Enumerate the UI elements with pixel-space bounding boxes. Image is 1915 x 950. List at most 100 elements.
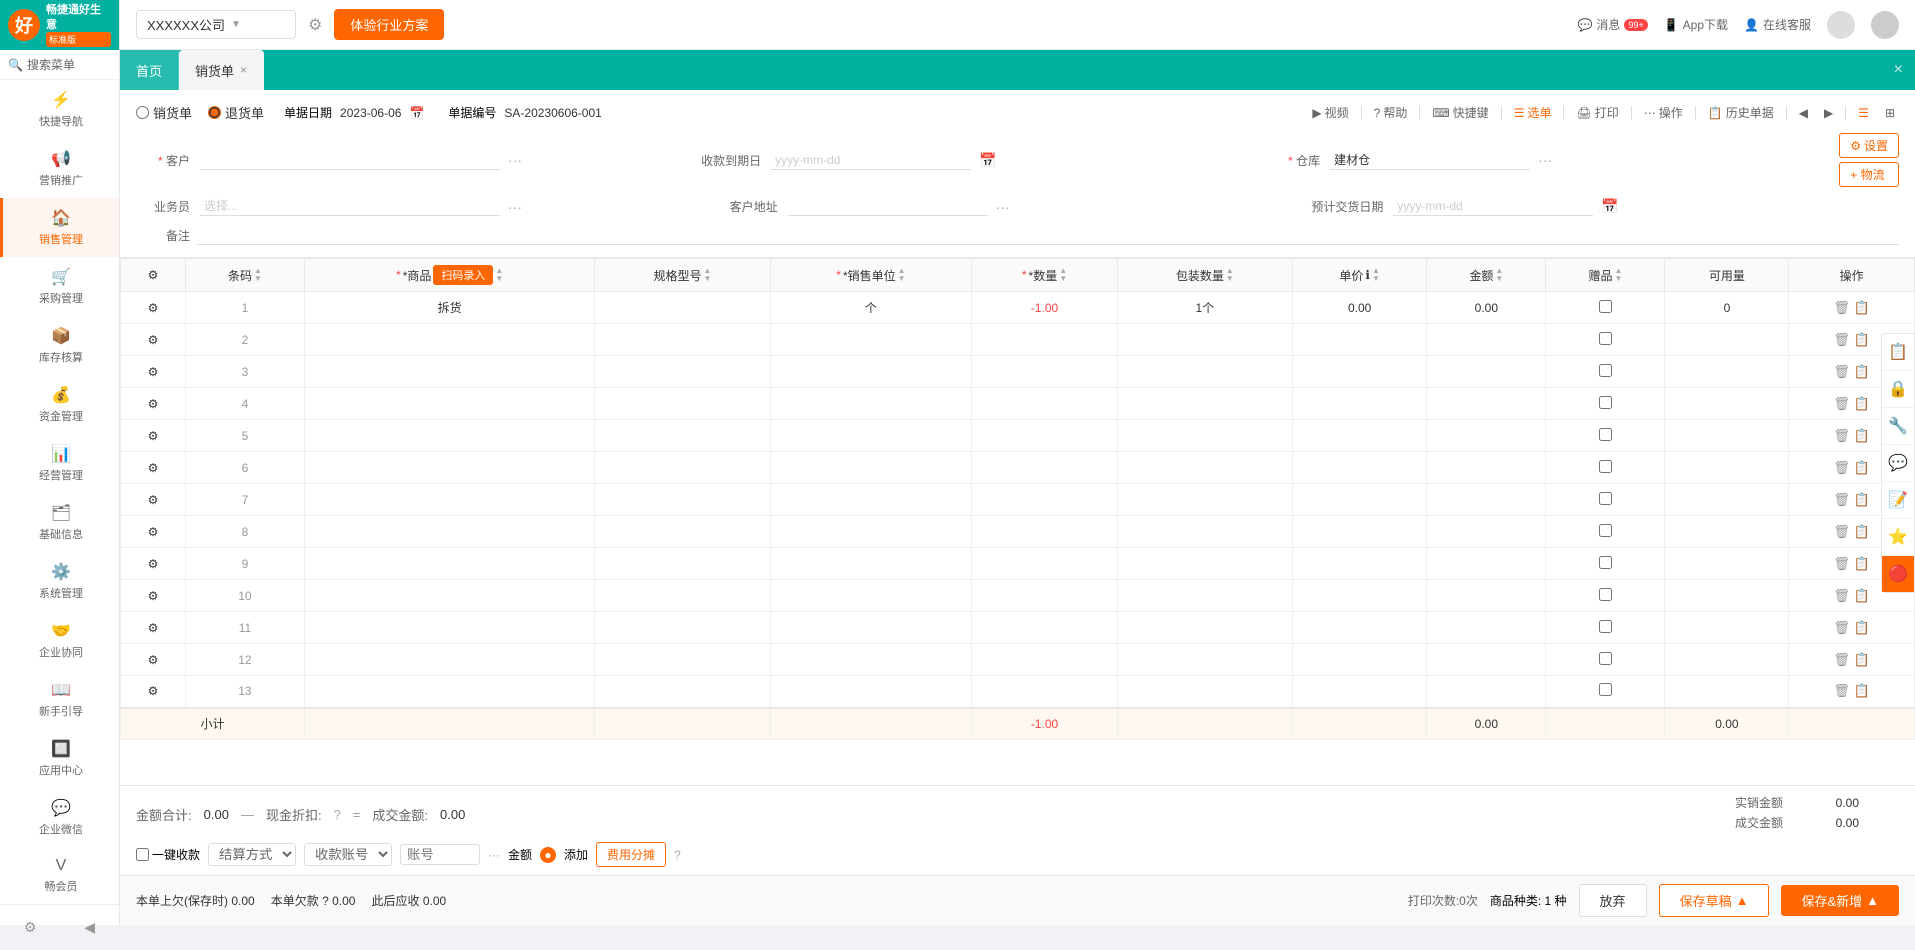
row-settings-cell[interactable]: ⚙ (121, 676, 186, 708)
row-amount-cell[interactable]: 0.00 (1427, 292, 1546, 324)
row-product-cell[interactable] (304, 644, 594, 676)
row-price-cell[interactable] (1292, 676, 1426, 708)
row-price-cell[interactable] (1292, 644, 1426, 676)
sidebar-item-inventory[interactable]: 📦 库存核算 (0, 316, 119, 375)
row-unit-cell[interactable] (770, 612, 972, 644)
row-barcode-cell[interactable]: 1 (185, 292, 304, 324)
radio-return-order[interactable]: 退货单 (208, 103, 264, 122)
row-gift-cell[interactable] (1546, 388, 1665, 420)
row-unit-cell[interactable] (770, 420, 972, 452)
sidebar-item-purchase[interactable]: 🛒 采购管理 (0, 257, 119, 316)
row-quantity-cell[interactable] (972, 452, 1118, 484)
copy-row-icon[interactable]: 📋 (1854, 300, 1870, 316)
save-dropdown-icon[interactable]: ▲ (1866, 893, 1879, 908)
copy-row-icon[interactable]: 📋 (1854, 620, 1870, 636)
row-product-cell[interactable] (304, 484, 594, 516)
expense-split-button[interactable]: 费用分摊 (596, 842, 666, 867)
online-support-item[interactable]: 👤 在线客服 (1744, 16, 1811, 33)
row-price-cell[interactable] (1292, 612, 1426, 644)
scan-code-button[interactable]: 扫码录入 (433, 265, 493, 285)
tab-close-main-icon[interactable]: × (1882, 61, 1915, 79)
row-settings-cell[interactable]: ⚙ (121, 452, 186, 484)
row-product-cell[interactable] (304, 420, 594, 452)
copy-row-icon[interactable]: 📋 (1854, 652, 1870, 668)
delete-row-icon[interactable]: 🗑 (1833, 524, 1850, 540)
row-quantity-cell[interactable] (972, 356, 1118, 388)
toolbar-history[interactable]: 📋 历史单据 (1704, 102, 1778, 123)
company-selector[interactable]: XXXXXX公司 ▼ (136, 10, 296, 39)
date-calendar-icon[interactable]: 📅 (409, 106, 424, 120)
row-gift-cell[interactable] (1546, 356, 1665, 388)
row-price-cell[interactable] (1292, 516, 1426, 548)
row-packqty-cell[interactable] (1117, 420, 1292, 452)
sidebar-item-member[interactable]: V 畅会员 (0, 847, 119, 904)
row-packqty-cell[interactable]: 1个 (1117, 292, 1292, 324)
row-amount-cell[interactable] (1427, 676, 1546, 708)
settlement-method-select[interactable]: 结算方式 (208, 843, 296, 866)
toolbar-help[interactable]: ? 帮助 (1370, 102, 1412, 123)
row-settings-cell[interactable]: ⚙ (121, 420, 186, 452)
notes-input[interactable] (196, 226, 1899, 245)
copy-row-icon[interactable]: 📋 (1854, 396, 1870, 412)
customer-address-input[interactable] (788, 197, 988, 216)
row-price-cell[interactable] (1292, 420, 1426, 452)
row-gift-cell[interactable] (1546, 324, 1665, 356)
warehouse-input[interactable] (1330, 151, 1530, 170)
row-amount-cell[interactable] (1427, 580, 1546, 612)
row-amount-cell[interactable] (1427, 516, 1546, 548)
right-panel-item-7[interactable]: 🔴 (1882, 556, 1914, 592)
delete-row-icon[interactable]: 🗑 (1833, 332, 1850, 348)
row-product-cell[interactable] (304, 580, 594, 612)
message-item[interactable]: 💬 消息 99+ (1577, 16, 1647, 33)
row-gift-cell[interactable] (1546, 676, 1665, 708)
row-settings-cell[interactable]: ⚙ (121, 612, 186, 644)
account-number-input[interactable] (400, 844, 480, 865)
sidebar-item-system[interactable]: ⚙️ 系统管理 (0, 552, 119, 611)
right-panel-item-6[interactable]: ⭐ (1882, 519, 1914, 556)
expected-date-input[interactable] (1393, 197, 1593, 216)
save-draft-button[interactable]: 保存草稿 ▲ (1659, 884, 1770, 917)
col-settings-header[interactable]: ⚙ (121, 259, 186, 292)
gift-checkbox[interactable] (1599, 460, 1612, 473)
settings-gear-icon[interactable]: ⚙ (308, 15, 322, 35)
row-settings-cell[interactable]: ⚙ (121, 516, 186, 548)
gift-checkbox[interactable] (1599, 588, 1612, 601)
row-price-cell[interactable] (1292, 388, 1426, 420)
row-spec-cell[interactable] (595, 324, 770, 356)
settings-button[interactable]: ⚙ 设置 (1839, 133, 1899, 158)
row-amount-cell[interactable] (1427, 324, 1546, 356)
row-product-cell[interactable] (304, 388, 594, 420)
toolbar-nav-next[interactable]: ▶ (1820, 104, 1837, 122)
row-spec-cell[interactable] (595, 484, 770, 516)
delete-row-icon[interactable]: 🗑 (1833, 300, 1850, 316)
one-click-payment-input[interactable] (136, 848, 149, 861)
account-select[interactable]: 收款账号 (304, 843, 392, 866)
row-amount-cell[interactable] (1427, 452, 1546, 484)
sidebar-item-sales[interactable]: 🏠 销售管理 (0, 198, 119, 257)
logistics-button[interactable]: + 物流 (1839, 162, 1899, 187)
row-product-cell[interactable] (304, 452, 594, 484)
delete-row-icon[interactable]: 🗑 (1833, 652, 1850, 668)
row-spec-cell[interactable] (595, 644, 770, 676)
sidebar-item-guide[interactable]: 📖 新手引导 (0, 670, 119, 729)
copy-row-icon[interactable]: 📋 (1854, 428, 1870, 444)
delete-row-icon[interactable]: 🗑 (1833, 396, 1850, 412)
right-panel-item-2[interactable]: 🔒 (1882, 371, 1914, 408)
copy-row-icon[interactable]: 📋 (1854, 332, 1870, 348)
row-settings-cell[interactable]: ⚙ (121, 356, 186, 388)
salesperson-input[interactable] (200, 197, 500, 216)
row-quantity-cell[interactable] (972, 612, 1118, 644)
user-avatar[interactable] (1827, 11, 1855, 39)
toolbar-select[interactable]: ☰ 选单 (1510, 102, 1556, 123)
copy-row-icon[interactable]: 📋 (1854, 524, 1870, 540)
account-more-icon[interactable]: ··· (488, 848, 500, 862)
customer-input[interactable] (200, 151, 500, 170)
row-product-cell[interactable] (304, 676, 594, 708)
row-spec-cell[interactable] (595, 580, 770, 612)
row-unit-cell[interactable] (770, 484, 972, 516)
row-quantity-cell[interactable] (972, 516, 1118, 548)
row-spec-cell[interactable] (595, 452, 770, 484)
copy-row-icon[interactable]: 📋 (1854, 492, 1870, 508)
row-unit-cell[interactable] (770, 676, 972, 708)
gift-checkbox[interactable] (1599, 364, 1612, 377)
